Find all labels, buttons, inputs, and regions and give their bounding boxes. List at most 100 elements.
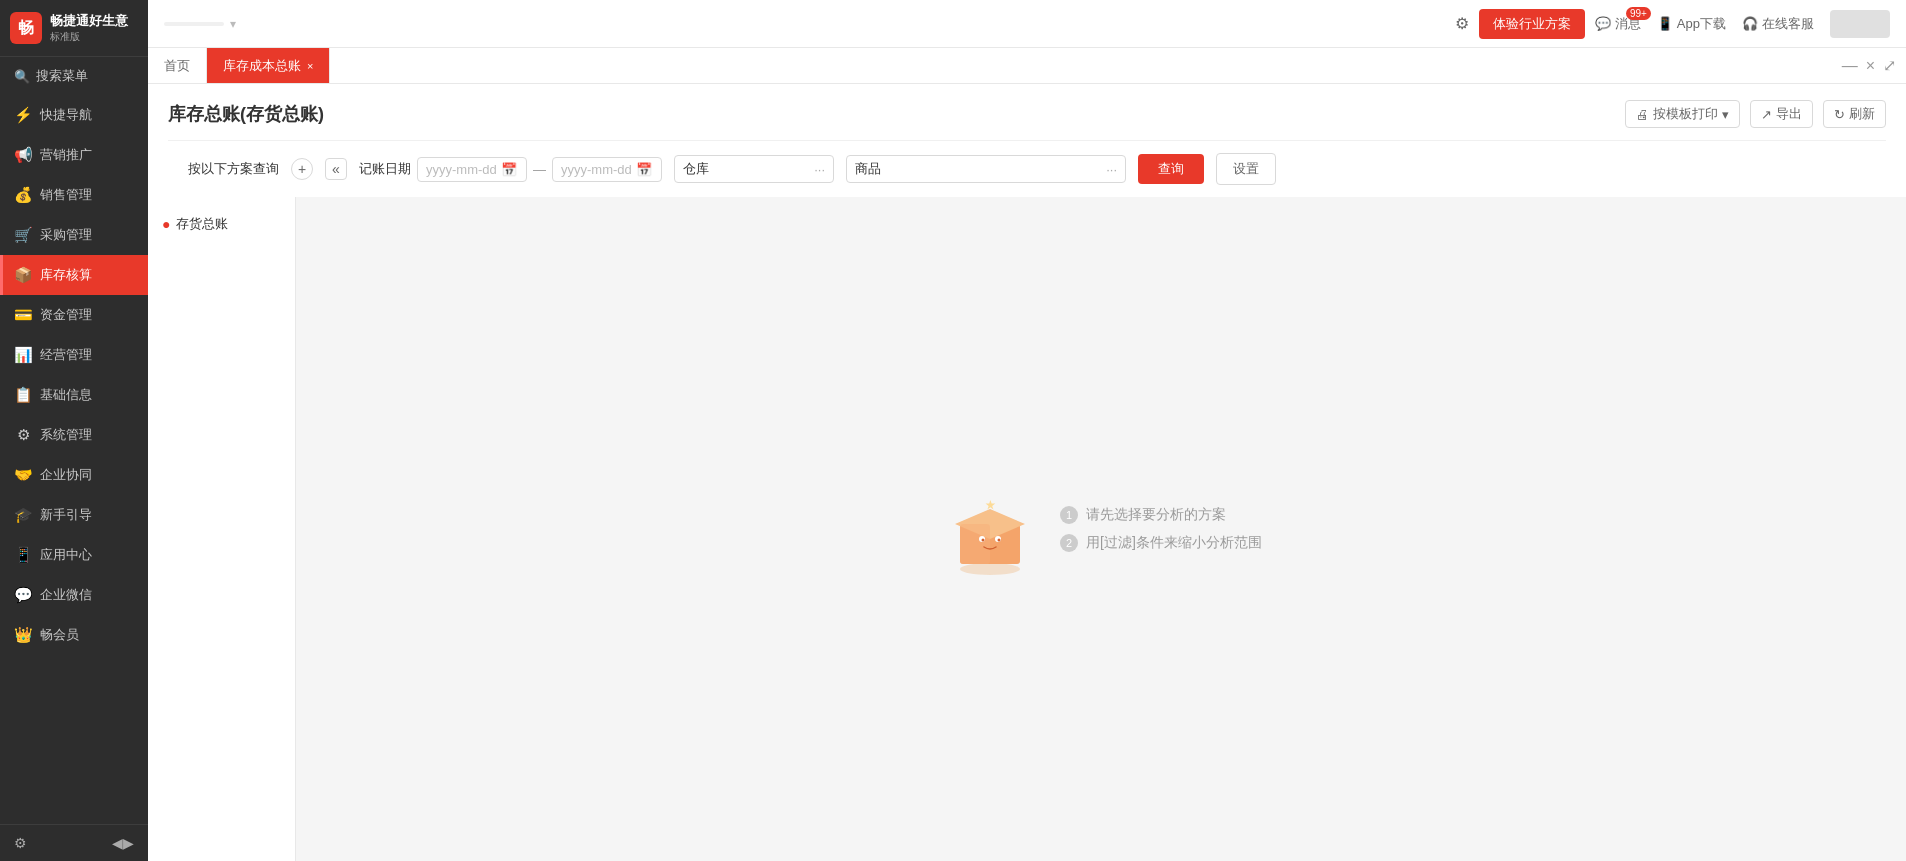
empty-illustration bbox=[940, 479, 1040, 579]
filter-collapse-button[interactable]: « bbox=[325, 158, 347, 180]
sidebar-item-corp[interactable]: 🤝 企业协同 bbox=[0, 455, 148, 495]
filter-label: 按以下方案查询 bbox=[188, 160, 279, 178]
product-more-icon: ··· bbox=[1106, 162, 1117, 177]
warehouse-selector[interactable]: 仓库 ··· bbox=[674, 155, 834, 183]
app-download-button[interactable]: 📱 App下载 bbox=[1657, 15, 1726, 33]
topbar-gear-icon[interactable]: ⚙ bbox=[1455, 14, 1469, 33]
sidebar-item-label: 销售管理 bbox=[40, 186, 92, 204]
message-button[interactable]: 💬 消息 99+ bbox=[1595, 15, 1641, 33]
industry-btn[interactable]: 体验行业方案 bbox=[1479, 9, 1585, 39]
sidebar-item-appstore[interactable]: 📱 应用中心 bbox=[0, 535, 148, 575]
message-badge: 99+ bbox=[1626, 7, 1651, 20]
basic-icon: 📋 bbox=[14, 386, 32, 404]
print-button[interactable]: 🖨 按模板打印 ▾ bbox=[1625, 100, 1740, 128]
sidebar-item-label: 应用中心 bbox=[40, 546, 92, 564]
date-start-input[interactable]: yyyy-mm-dd 📅 bbox=[417, 157, 527, 182]
tab-home-label: 首页 bbox=[164, 57, 190, 75]
scheme-item-icon: ● bbox=[162, 216, 170, 232]
date-end-placeholder: yyyy-mm-dd bbox=[561, 162, 632, 177]
sidebar-item-inventory[interactable]: 📦 库存核算 bbox=[0, 255, 148, 295]
sidebar-search[interactable]: 🔍 搜索菜单 bbox=[0, 57, 148, 95]
query-button[interactable]: 查询 bbox=[1138, 154, 1204, 184]
sales-icon: 💰 bbox=[14, 186, 32, 204]
tab-home[interactable]: 首页 bbox=[148, 48, 207, 83]
refresh-label: 刷新 bbox=[1849, 105, 1875, 123]
appstore-icon: 📱 bbox=[14, 546, 32, 564]
svg-point-8 bbox=[998, 539, 1001, 542]
breadcrumb: ▾ bbox=[164, 17, 1441, 31]
product-selector[interactable]: 商品 ··· bbox=[846, 155, 1126, 183]
tab-inventory-cost-label: 库存成本总账 bbox=[223, 57, 301, 75]
step1-text: 请先选择要分析的方案 bbox=[1086, 506, 1226, 524]
calendar-end-icon: 📅 bbox=[636, 162, 652, 177]
topbar-right: 💬 消息 99+ 📱 App下载 🎧 在线客服 bbox=[1595, 10, 1890, 38]
sidebar-item-basic[interactable]: 📋 基础信息 bbox=[0, 375, 148, 415]
operation-icon: 📊 bbox=[14, 346, 32, 364]
scheme-panel: ● 存货总账 bbox=[148, 197, 1906, 861]
export-button[interactable]: ↗ 导出 bbox=[1750, 100, 1813, 128]
scheme-item-inventory[interactable]: ● 存货总账 bbox=[148, 207, 295, 241]
marketing-icon: 📢 bbox=[14, 146, 32, 164]
tab-inventory-cost[interactable]: 库存成本总账 × bbox=[207, 48, 330, 83]
sidebar-item-label: 基础信息 bbox=[40, 386, 92, 404]
sidebar-item-label: 系统管理 bbox=[40, 426, 92, 444]
tab-minimize-icon[interactable]: — bbox=[1842, 57, 1858, 75]
sidebar-item-label: 企业协同 bbox=[40, 466, 92, 484]
empty-state: 1 请先选择要分析的方案 2 用[过滤]条件来缩小分析范围 bbox=[940, 479, 1262, 579]
settings-button[interactable]: ⚙ bbox=[14, 835, 27, 851]
breadcrumb-arrow: ▾ bbox=[230, 17, 236, 31]
sidebar-item-label: 企业微信 bbox=[40, 586, 92, 604]
sidebar-item-member[interactable]: 👑 畅会员 bbox=[0, 615, 148, 655]
sidebar-item-quick-nav[interactable]: ⚡ 快捷导航 bbox=[0, 95, 148, 135]
sidebar-item-label: 库存核算 bbox=[40, 266, 92, 284]
sidebar-item-label: 畅会员 bbox=[40, 626, 79, 644]
sidebar-item-purchase[interactable]: 🛒 采购管理 bbox=[0, 215, 148, 255]
sidebar-item-operation[interactable]: 📊 经营管理 bbox=[0, 335, 148, 375]
online-service-button[interactable]: 🎧 在线客服 bbox=[1742, 15, 1814, 33]
refresh-button[interactable]: ↻ 刷新 bbox=[1823, 100, 1886, 128]
filter-add-button[interactable]: + bbox=[291, 158, 313, 180]
sidebar-item-label: 快捷导航 bbox=[40, 106, 92, 124]
svg-marker-4 bbox=[986, 500, 996, 510]
export-icon: ↗ bbox=[1761, 107, 1772, 122]
corp-icon: 🤝 bbox=[14, 466, 32, 484]
main-area: ▾ ⚙ 体验行业方案 💬 消息 99+ 📱 App下载 🎧 在线客服 首页 bbox=[148, 0, 1906, 861]
wechat-icon: 💬 bbox=[14, 586, 32, 604]
sidebar-item-system[interactable]: ⚙ 系统管理 bbox=[0, 415, 148, 455]
empty-step2: 2 用[过滤]条件来缩小分析范围 bbox=[1060, 534, 1262, 552]
tab-close-all-icon[interactable]: × bbox=[1866, 57, 1875, 75]
sidebar-item-sales[interactable]: 💰 销售管理 bbox=[0, 175, 148, 215]
scheme-item-label: 存货总账 bbox=[176, 215, 228, 233]
sidebar-item-finance[interactable]: 💳 资金管理 bbox=[0, 295, 148, 335]
step1-num: 1 bbox=[1060, 506, 1078, 524]
toggle-sidebar-button[interactable]: ◀▶ bbox=[112, 835, 134, 851]
step2-text: 用[过滤]条件来缩小分析范围 bbox=[1086, 534, 1262, 552]
user-avatar[interactable] bbox=[1830, 10, 1890, 38]
sidebar-item-guide[interactable]: 🎓 新手引导 bbox=[0, 495, 148, 535]
phone-icon: 📱 bbox=[1657, 16, 1673, 31]
date-start-placeholder: yyyy-mm-dd bbox=[426, 162, 497, 177]
setting-button[interactable]: 设置 bbox=[1216, 153, 1276, 185]
sidebar-item-label: 新手引导 bbox=[40, 506, 92, 524]
svg-rect-3 bbox=[960, 524, 990, 564]
purchase-icon: 🛒 bbox=[14, 226, 32, 244]
date-separator: — bbox=[533, 162, 546, 177]
tab-close-icon[interactable]: × bbox=[307, 60, 313, 72]
sidebar-item-marketing[interactable]: 📢 营销推广 bbox=[0, 135, 148, 175]
headset-icon: 🎧 bbox=[1742, 16, 1758, 31]
message-icon: 💬 bbox=[1595, 16, 1611, 31]
filter-bar: 按以下方案查询 + « 记账日期 yyyy-mm-dd 📅 — yyyy-mm-… bbox=[168, 140, 1886, 197]
warehouse-more-icon: ··· bbox=[814, 162, 825, 177]
logo-icon: 畅 bbox=[10, 12, 42, 44]
sidebar-item-wechat[interactable]: 💬 企业微信 bbox=[0, 575, 148, 615]
logo-text: 畅捷通好生意 标准版 bbox=[50, 13, 128, 43]
quick-nav-icon: ⚡ bbox=[14, 106, 32, 124]
tab-expand-icon[interactable]: ⤢ bbox=[1883, 56, 1896, 75]
sidebar-logo: 畅 畅捷通好生意 标准版 bbox=[0, 0, 148, 57]
sidebar-nav: ⚡ 快捷导航 📢 营销推广 💰 销售管理 🛒 采购管理 📦 库存核算 💳 资金管… bbox=[0, 95, 148, 824]
svg-point-7 bbox=[982, 539, 985, 542]
date-end-input[interactable]: yyyy-mm-dd 📅 bbox=[552, 157, 662, 182]
sidebar-item-label: 资金管理 bbox=[40, 306, 92, 324]
search-label: 搜索菜单 bbox=[36, 67, 88, 85]
system-icon: ⚙ bbox=[14, 426, 32, 444]
